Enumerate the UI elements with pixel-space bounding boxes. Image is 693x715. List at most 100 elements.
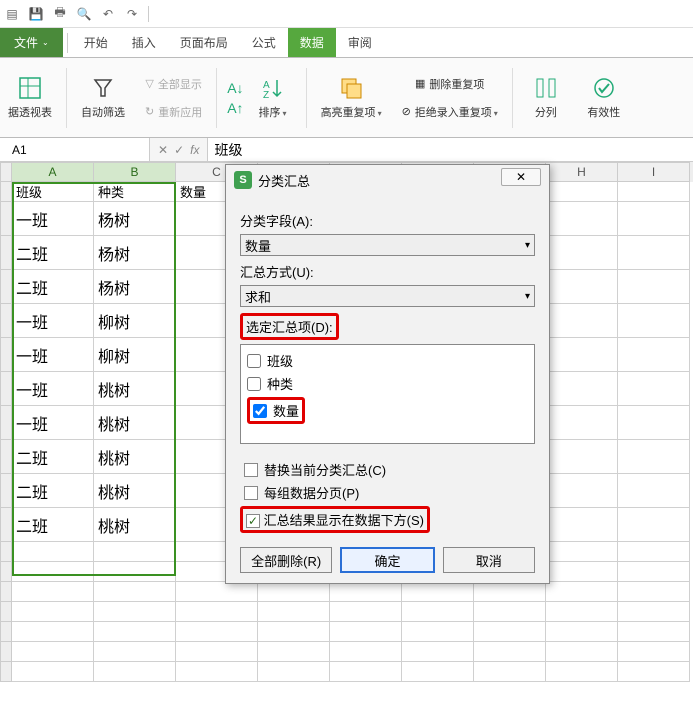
row-header[interactable]: [0, 440, 12, 474]
cell[interactable]: [618, 508, 690, 542]
cell[interactable]: 杨树: [94, 236, 176, 270]
cell[interactable]: [546, 582, 618, 602]
cell[interactable]: [402, 582, 474, 602]
select-all-corner[interactable]: [0, 162, 12, 182]
row-header[interactable]: [0, 642, 12, 662]
cell[interactable]: 二班: [12, 236, 94, 270]
cell[interactable]: [330, 662, 402, 682]
delete-all-button[interactable]: 全部删除(R): [240, 547, 332, 573]
row-header[interactable]: [0, 542, 12, 562]
cell[interactable]: [94, 662, 176, 682]
col-header-I[interactable]: I: [618, 162, 690, 182]
cell[interactable]: 二班: [12, 440, 94, 474]
cell[interactable]: [546, 270, 618, 304]
cell[interactable]: [546, 562, 618, 582]
cell[interactable]: [258, 582, 330, 602]
cell[interactable]: [546, 372, 618, 406]
method-select[interactable]: 求和: [240, 285, 535, 307]
checkbox[interactable]: [253, 404, 267, 418]
fx-icon[interactable]: fx: [190, 143, 199, 157]
replace-checkbox[interactable]: 替换当前分类汇总(C): [240, 458, 535, 481]
cell[interactable]: 一班: [12, 304, 94, 338]
cell[interactable]: [546, 622, 618, 642]
cell[interactable]: [546, 440, 618, 474]
cell[interactable]: [12, 662, 94, 682]
cell[interactable]: [12, 642, 94, 662]
checkbox[interactable]: [244, 486, 258, 500]
cell[interactable]: [474, 602, 546, 622]
col-header-H[interactable]: H: [546, 162, 618, 182]
formula-input[interactable]: 班级: [207, 138, 693, 161]
cell[interactable]: [258, 662, 330, 682]
cell[interactable]: [94, 602, 176, 622]
cell[interactable]: [176, 642, 258, 662]
cell[interactable]: [618, 662, 690, 682]
cell[interactable]: [474, 642, 546, 662]
cell[interactable]: 一班: [12, 406, 94, 440]
file-menu[interactable]: 文件 ⌄: [0, 28, 63, 57]
checkbox[interactable]: [247, 377, 261, 391]
checkbox[interactable]: [246, 514, 260, 528]
cell[interactable]: 柳树: [94, 338, 176, 372]
cell[interactable]: [618, 542, 690, 562]
redo-icon[interactable]: ↷: [124, 6, 140, 22]
highlight-dup-button[interactable]: 高亮重复项: [315, 62, 388, 134]
cell[interactable]: 一班: [12, 338, 94, 372]
cell[interactable]: [12, 582, 94, 602]
remove-dup-button[interactable]: ▦ 删除重复项: [396, 71, 504, 97]
row-header[interactable]: [0, 182, 12, 202]
cell[interactable]: [330, 582, 402, 602]
pagebreak-checkbox[interactable]: 每组数据分页(P): [240, 481, 535, 504]
row-header[interactable]: [0, 338, 12, 372]
cell[interactable]: [546, 304, 618, 338]
cell[interactable]: 桃树: [94, 508, 176, 542]
row-header[interactable]: [0, 406, 12, 440]
enter-icon[interactable]: ✓: [174, 143, 184, 157]
print-icon[interactable]: 🖶: [52, 6, 68, 22]
undo-icon[interactable]: ↶: [100, 6, 116, 22]
cell[interactable]: [618, 474, 690, 508]
cell[interactable]: 二班: [12, 270, 94, 304]
ok-button[interactable]: 确定: [340, 547, 434, 573]
save-icon[interactable]: 💾: [28, 6, 44, 22]
cell[interactable]: 杨树: [94, 202, 176, 236]
sort-button[interactable]: AZ 排序: [248, 62, 298, 134]
cell[interactable]: [618, 236, 690, 270]
sort-asc-icon[interactable]: A↓: [227, 80, 243, 96]
pivot-table-button[interactable]: 据透视表: [2, 62, 58, 134]
cell[interactable]: [94, 542, 176, 562]
cell[interactable]: [618, 202, 690, 236]
row-header[interactable]: [0, 270, 12, 304]
cell[interactable]: [618, 602, 690, 622]
name-box[interactable]: A1: [0, 138, 150, 161]
cell[interactable]: [474, 622, 546, 642]
field-select[interactable]: 数量: [240, 234, 535, 256]
cell[interactable]: 班级: [12, 182, 94, 202]
tab-review[interactable]: 审阅: [336, 28, 384, 57]
cell[interactable]: 桃树: [94, 372, 176, 406]
cell[interactable]: 二班: [12, 474, 94, 508]
row-header[interactable]: [0, 372, 12, 406]
cell[interactable]: [618, 440, 690, 474]
reject-dup-button[interactable]: ⊘ 拒绝录入重复项: [396, 99, 504, 125]
row-header[interactable]: [0, 662, 12, 682]
cell[interactable]: 桃树: [94, 406, 176, 440]
cell[interactable]: [618, 406, 690, 440]
cell[interactable]: [330, 622, 402, 642]
row-header[interactable]: [0, 602, 12, 622]
row-header[interactable]: [0, 622, 12, 642]
cell[interactable]: [546, 508, 618, 542]
cell[interactable]: [94, 582, 176, 602]
sort-desc-icon[interactable]: A↑: [227, 100, 243, 116]
item-checkbox[interactable]: 种类: [243, 372, 532, 395]
cell[interactable]: [618, 304, 690, 338]
cell[interactable]: 种类: [94, 182, 176, 202]
row-header[interactable]: [0, 236, 12, 270]
cancel-icon[interactable]: ✕: [158, 143, 168, 157]
row-header[interactable]: [0, 562, 12, 582]
item-checkbox[interactable]: 班级: [243, 349, 532, 372]
cell[interactable]: [94, 562, 176, 582]
cancel-button[interactable]: 取消: [443, 547, 535, 573]
cell[interactable]: 一班: [12, 202, 94, 236]
cell[interactable]: [618, 372, 690, 406]
